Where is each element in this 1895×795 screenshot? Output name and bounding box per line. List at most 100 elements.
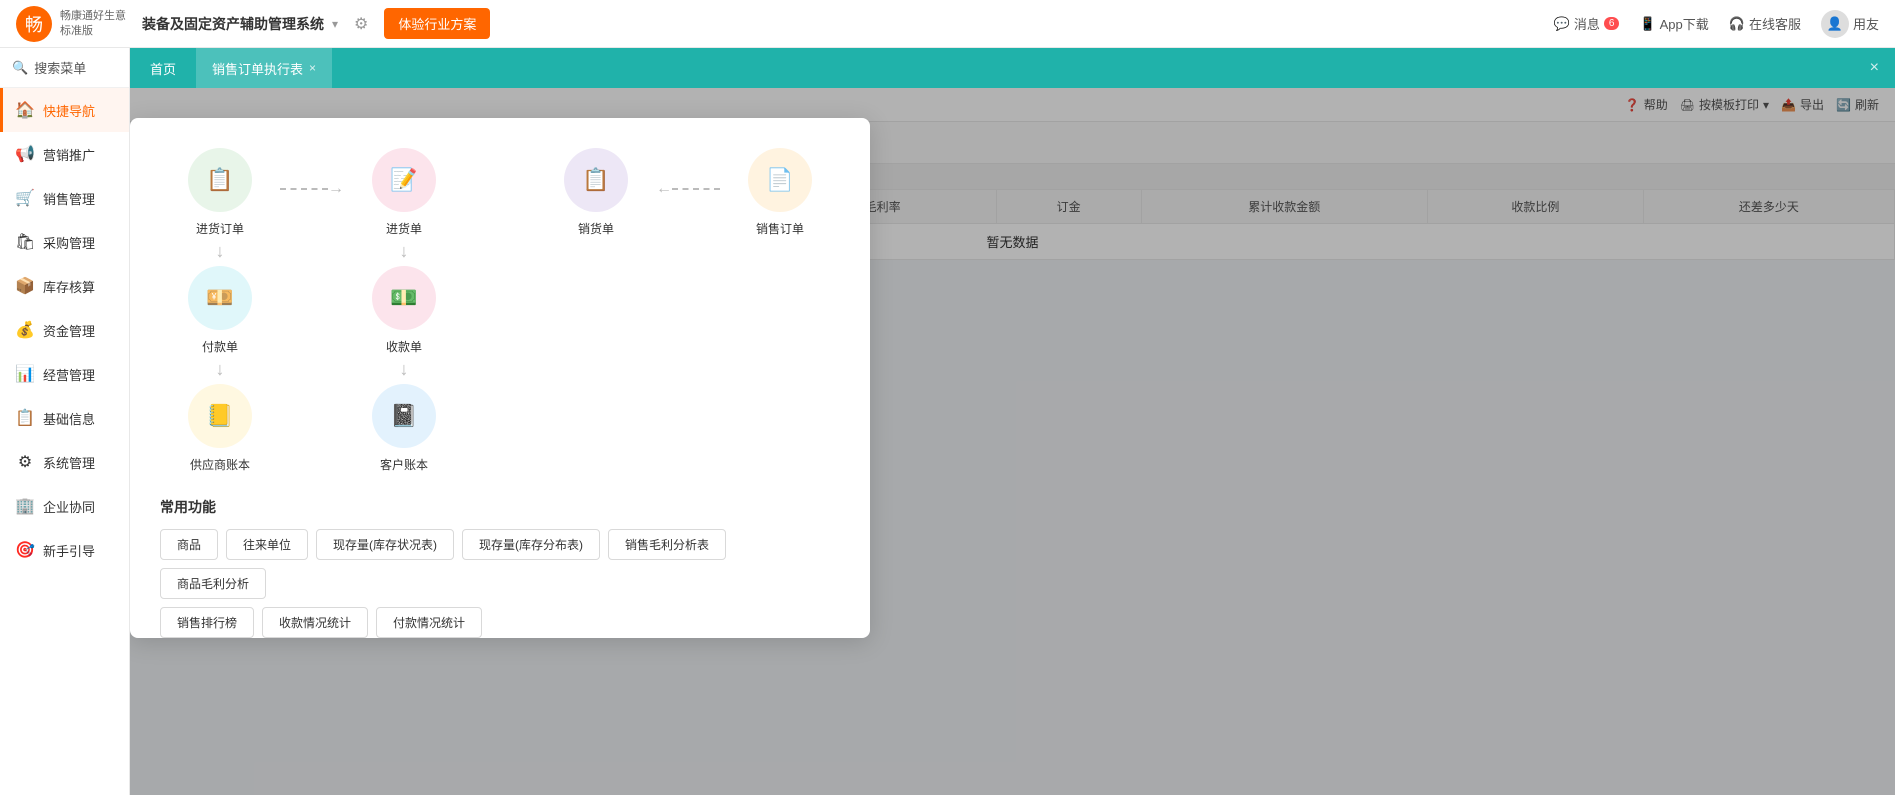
sidebar-item-sales[interactable]: 🛒 销售管理 xyxy=(0,176,129,220)
message-label: 消息 xyxy=(1574,14,1600,33)
tab-label: 销售订单执行表 xyxy=(212,59,303,78)
message-button[interactable]: 💬 消息 6 xyxy=(1554,14,1620,33)
sales-bill-node[interactable]: 📋 销货单 xyxy=(536,148,656,237)
purchase-order-icon: 📋 xyxy=(188,148,252,212)
sidebar-item-operation[interactable]: 📊 经营管理 xyxy=(0,352,129,396)
sidebar-item-label: 经营管理 xyxy=(43,365,95,384)
quick-nav-icon: 🏠 xyxy=(15,100,35,120)
func-btn-product[interactable]: 商品 xyxy=(160,529,218,560)
func-btn-partner[interactable]: 往来单位 xyxy=(226,529,308,560)
sidebar-search[interactable]: 🔍 搜索菜单 xyxy=(0,48,129,88)
trial-button[interactable]: 体验行业方案 xyxy=(384,8,490,39)
enterprise-icon: 🏢 xyxy=(15,496,35,516)
col-purchase: 📋 进货订单 ↓ 💴 付款单 ↓ xyxy=(160,148,280,473)
purchase-bill-icon: 📝 xyxy=(372,148,436,212)
tab-bar: 首页 销售订单执行表 × × xyxy=(130,48,1895,88)
sidebar-item-system[interactable]: ⚙ 系统管理 xyxy=(0,440,129,484)
search-label: 搜索菜单 xyxy=(34,58,86,77)
service-label: 在线客服 xyxy=(1749,14,1801,33)
sidebar-item-label: 库存核算 xyxy=(43,277,95,296)
payment-node[interactable]: 💴 付款单 xyxy=(160,266,280,355)
customer-account-icon: 📓 xyxy=(372,384,436,448)
func-title: 常用功能 xyxy=(160,497,840,517)
func-btn-stock-status[interactable]: 现存量(库存状况表) xyxy=(316,529,454,560)
system-icon: ⚙ xyxy=(15,452,35,472)
sidebar-item-purchase[interactable]: 🛍 采购管理 xyxy=(0,220,129,264)
sidebar-item-enterprise[interactable]: 🏢 企业协同 xyxy=(0,484,129,528)
sidebar-item-label: 营销推广 xyxy=(43,145,95,164)
sidebar-item-label: 基础信息 xyxy=(43,409,95,428)
system-title: 装备及固定资产辅助管理系统 xyxy=(142,14,324,34)
sidebar-item-label: 企业协同 xyxy=(43,497,95,516)
purchase-icon: 🛍 xyxy=(15,232,35,252)
logo-icon: 畅 xyxy=(16,6,52,42)
col-purchase-bill: 📝 进货单 ↓ 💵 收款单 ↓ xyxy=(344,148,464,473)
sidebar-item-marketing[interactable]: 📢 营销推广 xyxy=(0,132,129,176)
arrow-dashed-2: ← xyxy=(656,148,720,198)
tab-sales-order[interactable]: 销售订单执行表 × xyxy=(196,48,332,88)
common-functions-section: 常用功能 商品 往来单位 现存量(库存状况表) 现存量(库存分布表) 销售毛利分… xyxy=(160,497,840,638)
modal-overlay: 📋 进货订单 ↓ 💴 付款单 ↓ xyxy=(130,88,1895,795)
online-service-button[interactable]: 🎧 在线客服 xyxy=(1729,14,1801,33)
sidebar-item-basic-info[interactable]: 📋 基础信息 xyxy=(0,396,129,440)
top-bar: 畅 畅康通好生意 标准版 装备及固定资产辅助管理系统 ▾ ⚙ 体验行业方案 💬 … xyxy=(0,0,1895,48)
tab-home[interactable]: 首页 xyxy=(130,48,196,88)
sidebar-item-label: 新手引导 xyxy=(43,541,95,560)
arrow-v2: ↓ xyxy=(216,359,225,380)
func-btn-sales-rank[interactable]: 销售排行榜 xyxy=(160,607,254,638)
arrow-v1: ↓ xyxy=(216,241,225,262)
tab-bar-close-button[interactable]: × xyxy=(1870,59,1895,77)
col-sales-bill: 📋 销货单 xyxy=(536,148,656,237)
sales-bill-label: 销货单 xyxy=(578,220,614,237)
sidebar-item-label: 快捷导航 xyxy=(43,101,95,120)
func-btn-stock-dist[interactable]: 现存量(库存分布表) xyxy=(462,529,600,560)
purchase-bill-node[interactable]: 📝 进货单 xyxy=(344,148,464,237)
sales-bill-icon: 📋 xyxy=(564,148,628,212)
top-right-area: 💬 消息 6 📱 App下载 🎧 在线客服 👤 用友 xyxy=(1554,10,1879,38)
modal-box: 📋 进货订单 ↓ 💴 付款单 ↓ xyxy=(130,118,870,638)
dropdown-icon[interactable]: ▾ xyxy=(332,17,338,31)
sidebar-item-label: 采购管理 xyxy=(43,233,95,252)
supplier-account-icon: 📒 xyxy=(188,384,252,448)
sidebar-item-label: 系统管理 xyxy=(43,453,95,472)
payment-icon: 💴 xyxy=(188,266,252,330)
user-area[interactable]: 👤 用友 xyxy=(1821,10,1879,38)
service-icon: 🎧 xyxy=(1729,16,1745,32)
sidebar-item-inventory[interactable]: 📦 库存核算 xyxy=(0,264,129,308)
sales-order-node[interactable]: 📄 销售订单 xyxy=(720,148,840,237)
sidebar-item-finance[interactable]: 💰 资金管理 xyxy=(0,308,129,352)
sidebar-item-quick-nav[interactable]: 🏠 快捷导航 xyxy=(0,88,129,132)
arrow-v3: ↓ xyxy=(400,241,409,262)
purchase-order-label: 进货订单 xyxy=(196,220,244,237)
payment-label: 付款单 xyxy=(202,338,238,355)
func-btn-payment-stat[interactable]: 付款情况统计 xyxy=(376,607,482,638)
func-btn-receipt-stat[interactable]: 收款情况统计 xyxy=(262,607,368,638)
tab-close-icon[interactable]: × xyxy=(309,61,316,75)
customer-account-node[interactable]: 📓 客户账本 xyxy=(344,384,464,473)
finance-icon: 💰 xyxy=(15,320,35,340)
marketing-icon: 📢 xyxy=(15,144,35,164)
sales-order-label: 销售订单 xyxy=(756,220,804,237)
avatar: 👤 xyxy=(1821,10,1849,38)
receipt-node[interactable]: 💵 收款单 xyxy=(344,266,464,355)
func-btn-sales-gross[interactable]: 销售毛利分析表 xyxy=(608,529,726,560)
supplier-account-node[interactable]: 📒 供应商账本 xyxy=(160,384,280,473)
sidebar-item-newbie[interactable]: 🎯 新手引导 xyxy=(0,528,129,572)
sidebar: 🔍 搜索菜单 🏠 快捷导航 📢 营销推广 🛒 销售管理 🛍 采购管理 📦 xyxy=(0,48,130,795)
page-content: ❓ 帮助 🖨 按模板打印 ▾ 📤 导出 🔄 xyxy=(130,88,1895,795)
sales-icon: 🛒 xyxy=(15,188,35,208)
app-icon: 📱 xyxy=(1639,16,1655,32)
logo-area: 畅 畅康通好生意 标准版 xyxy=(16,6,126,42)
main-area: 🔍 搜索菜单 🏠 快捷导航 📢 营销推广 🛒 销售管理 🛍 采购管理 📦 xyxy=(0,48,1895,795)
user-name: 用友 xyxy=(1853,14,1879,33)
purchase-order-node[interactable]: 📋 进货订单 xyxy=(160,148,280,237)
message-icon: 💬 xyxy=(1554,16,1570,32)
settings-icon[interactable]: ⚙ xyxy=(354,14,368,34)
customer-account-label: 客户账本 xyxy=(380,456,428,473)
arrow-dashed-1: → xyxy=(280,148,344,198)
app-download-button[interactable]: 📱 App下载 xyxy=(1639,14,1708,33)
receipt-icon: 💵 xyxy=(372,266,436,330)
app-wrapper: 畅 畅康通好生意 标准版 装备及固定资产辅助管理系统 ▾ ⚙ 体验行业方案 💬 … xyxy=(0,0,1895,795)
func-btn-product-gross[interactable]: 商品毛利分析 xyxy=(160,568,266,599)
func-row-1: 商品 往来单位 现存量(库存状况表) 现存量(库存分布表) 销售毛利分析表 商品… xyxy=(160,529,840,599)
